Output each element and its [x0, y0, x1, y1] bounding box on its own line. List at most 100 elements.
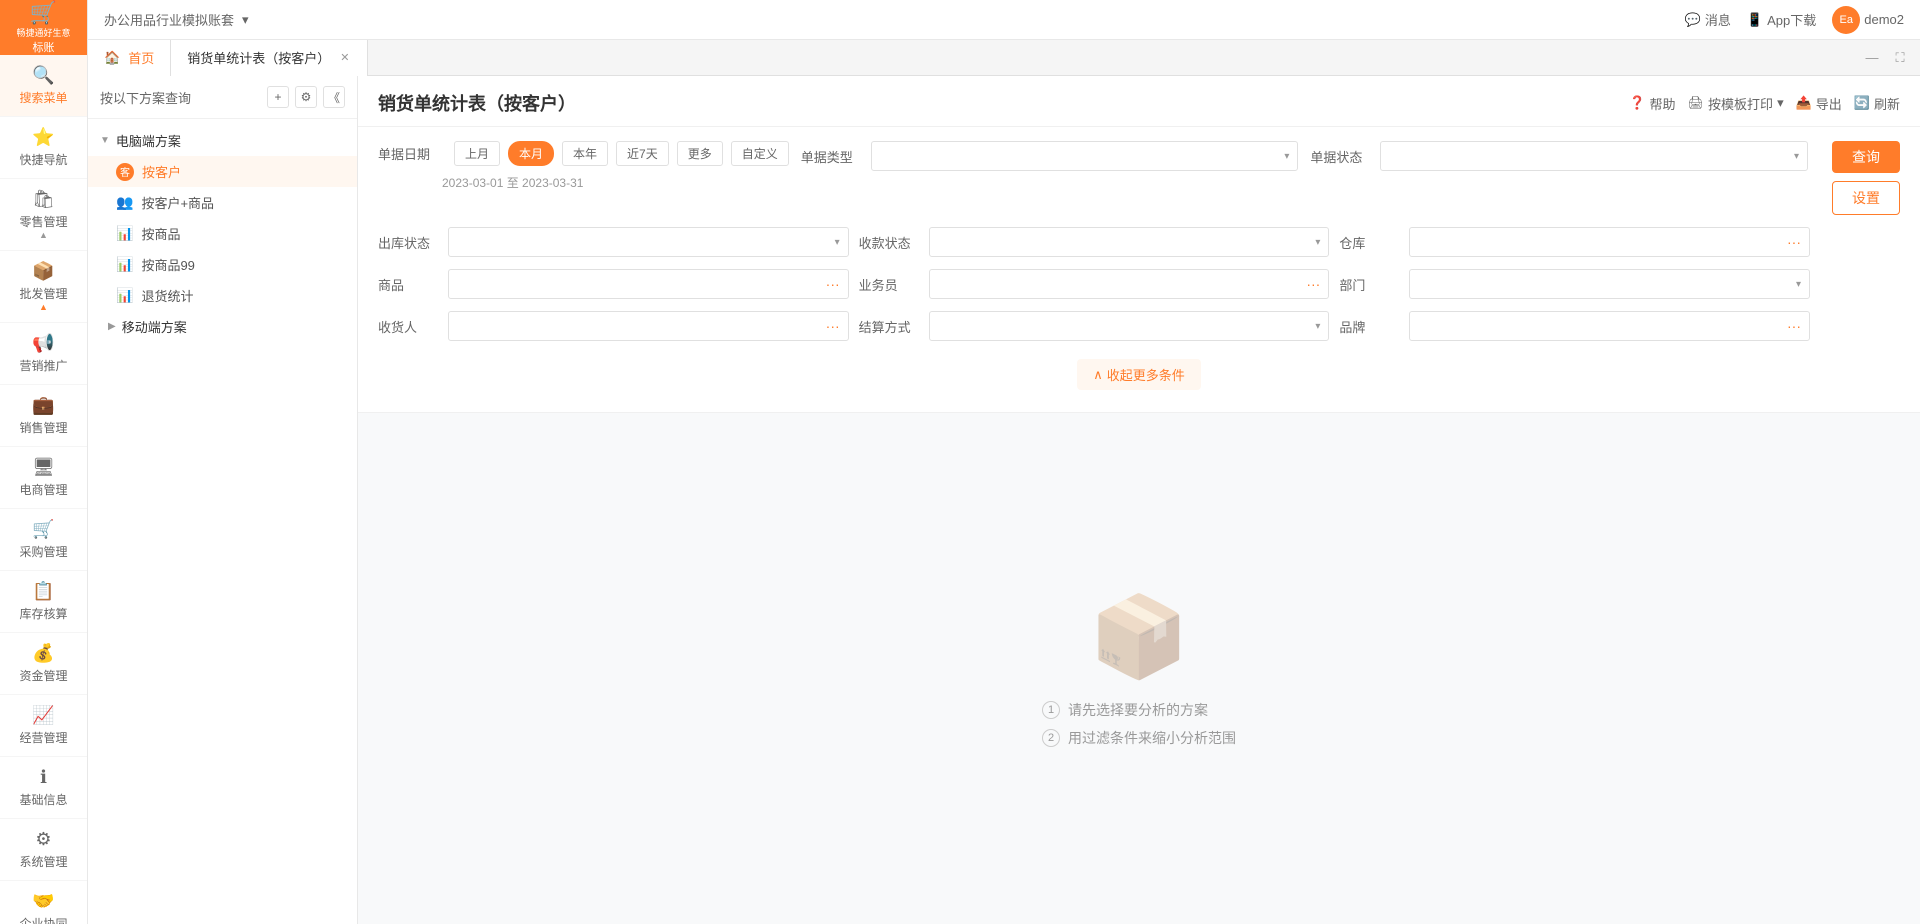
date-btn-this-month[interactable]: 本月 — [508, 141, 554, 166]
payment-status-select[interactable]: ▾ — [929, 227, 1330, 257]
date-btn-last-month[interactable]: 上月 — [454, 141, 500, 166]
date-filter-group: 上月 本月 本年 近7天 更多 自定义 — [454, 141, 789, 166]
scheme-return-stats[interactable]: 📊 退货统计 — [88, 280, 357, 311]
sidebar-item-basicinfo[interactable]: ℹ 基础信息 — [0, 757, 88, 819]
sidebar-item-purchase[interactable]: 🛒 采购管理 — [0, 509, 88, 571]
empty-hint-1: 1 请先选择要分析的方案 — [1042, 700, 1236, 720]
empty-illustration: 📦 — [1089, 590, 1189, 684]
settlement-label: 结算方式 — [859, 317, 919, 336]
app-logo[interactable]: 🛒 畅捷通好生意 标账 — [0, 0, 88, 55]
salesperson-input[interactable]: ··· — [929, 269, 1330, 299]
sidebar-item-sales[interactable]: 💼 销售管理 — [0, 385, 88, 447]
tab-home-label: 首页 — [128, 48, 154, 67]
query-btn[interactable]: 查询 — [1832, 141, 1900, 173]
desktop-group-arrow: ▼ — [100, 135, 110, 146]
company-dropdown-btn[interactable]: ▾ — [242, 12, 249, 28]
date-btn-more[interactable]: 更多 — [677, 141, 723, 166]
tab-maximize-btn[interactable]: ⛶ — [1888, 46, 1912, 70]
sidebar-item-search[interactable]: 🔍 搜索菜单 — [0, 55, 88, 117]
empty-hints: 1 请先选择要分析的方案 2 用过滤条件来缩小分析范围 — [1042, 700, 1236, 748]
warehouse-col: 仓库 ··· — [1339, 227, 1810, 257]
mobile-group-header[interactable]: ▶ 移动端方案 — [88, 311, 357, 342]
doc-status-select[interactable]: ▾ — [1380, 141, 1808, 171]
sidebar-item-wholesale[interactable]: 📦 批发管理 ▲ — [0, 251, 88, 323]
sidebar-item-retail[interactable]: 🛍 零售管理 ▲ — [0, 179, 88, 251]
sidebar-item-enterprise[interactable]: 🤝 企业协同 — [0, 881, 88, 924]
doc-status-label: 单据状态 — [1310, 147, 1370, 166]
username: demo2 — [1864, 12, 1904, 27]
collapse-filters-btn[interactable]: ∧ 收起更多条件 — [1077, 359, 1201, 390]
message-btn[interactable]: 💬 消息 — [1685, 10, 1731, 29]
message-icon: 💬 — [1685, 12, 1701, 28]
topbar: 办公用品行业模拟账套 ▾ 💬 消息 📱 App下载 Ea demo2 — [88, 0, 1920, 40]
shipment-status-label: 出库状态 — [378, 233, 438, 252]
query-btn-area: 查询 设置 — [1832, 141, 1900, 215]
app-download-btn[interactable]: 📱 App下载 — [1747, 10, 1816, 29]
product-input[interactable]: ··· — [448, 269, 849, 299]
salesperson-col: 业务员 ··· — [859, 269, 1330, 299]
tab-close-btn[interactable]: ✕ — [338, 49, 351, 66]
page-title: 销货单统计表（按客户） — [378, 90, 576, 116]
mobile-group-arrow: ▶ — [108, 321, 116, 332]
add-scheme-btn[interactable]: + — [267, 86, 289, 108]
marketing-icon: 📢 — [32, 333, 54, 354]
shipment-status-col: 出库状态 ▾ — [378, 227, 849, 257]
sidebar-item-marketing[interactable]: 📢 营销推广 — [0, 323, 88, 385]
scheme-customer-product[interactable]: 👥 按客户+商品 — [88, 187, 357, 218]
settlement-select[interactable]: ▾ — [929, 311, 1330, 341]
settings-scheme-btn[interactable]: ⚙ — [295, 86, 317, 108]
scheme-return-stats-label: 退货统计 — [141, 286, 193, 305]
department-select[interactable]: ▾ — [1409, 269, 1810, 299]
tab-minimize-btn[interactable]: — — [1860, 46, 1884, 70]
doc-type-select[interactable]: ▾ — [871, 141, 1299, 171]
date-btn-this-year[interactable]: 本年 — [562, 141, 608, 166]
help-icon: ❓ — [1629, 95, 1645, 111]
help-btn[interactable]: ❓ 帮助 — [1629, 94, 1675, 113]
hint-num-1: 1 — [1042, 701, 1060, 719]
date-btn-custom[interactable]: 自定义 — [731, 141, 789, 166]
scheme-product[interactable]: 📊 按商品 — [88, 218, 357, 249]
sidebar-item-shortcuts[interactable]: ⭐ 快捷导航 — [0, 117, 88, 179]
tab-home[interactable]: 🏠 首页 — [88, 40, 171, 76]
recipient-input[interactable]: ··· — [448, 311, 849, 341]
print-btn[interactable]: 🖨 按模板打印 ▾ — [1688, 94, 1784, 113]
shipment-status-select[interactable]: ▾ — [448, 227, 849, 257]
product-icon: 📊 — [116, 225, 133, 242]
refresh-btn[interactable]: 🔄 刷新 — [1854, 94, 1900, 113]
scheme-tree: ▼ 电脑端方案 客 按客户 👥 按客户+商品 📊 按商品 📊 — [88, 119, 357, 348]
desktop-group-header[interactable]: ▼ 电脑端方案 — [88, 125, 357, 156]
sidebar-item-operations[interactable]: 📈 经营管理 — [0, 695, 88, 757]
left-panel-header: 按以下方案查询 + ⚙ 《 — [88, 76, 357, 119]
scheme-product99[interactable]: 📊 按商品99 — [88, 249, 357, 280]
sidebar-item-finance[interactable]: 💰 资金管理 — [0, 633, 88, 695]
payment-status-col: 收款状态 ▾ — [859, 227, 1330, 257]
collapse-panel-btn[interactable]: 《 — [323, 86, 345, 108]
logo-icon: 🛒 — [30, 0, 57, 26]
tab-sales-stats[interactable]: 销货单统计表（按客户） ✕ — [171, 40, 368, 76]
user-menu[interactable]: Ea demo2 — [1832, 6, 1904, 34]
date-btn-7days[interactable]: 近7天 — [616, 141, 669, 166]
refresh-label: 刷新 — [1874, 94, 1900, 113]
sidebar-item-inventory[interactable]: 📋 库存核算 — [0, 571, 88, 633]
doc-type-label: 单据类型 — [801, 147, 861, 166]
purchase-icon: 🛒 — [32, 519, 54, 540]
tab-actions: — ⛶ — [1860, 46, 1920, 70]
sidebar-item-label: 基础信息 — [19, 791, 67, 808]
sidebar-item-ecommerce[interactable]: 🖥 电商管理 — [0, 447, 88, 509]
product99-icon: 📊 — [116, 256, 133, 273]
department-col: 部门 ▾ — [1339, 269, 1810, 299]
settings-btn[interactable]: 设置 — [1832, 181, 1900, 215]
warehouse-input[interactable]: ··· — [1409, 227, 1810, 257]
left-panel: 按以下方案查询 + ⚙ 《 ▼ 电脑端方案 客 按客户 👥 — [88, 76, 358, 924]
page-title-bar: 销货单统计表（按客户） ❓ 帮助 🖨 按模板打印 ▾ 📤 导出 — [358, 76, 1920, 127]
scheme-customer[interactable]: 客 按客户 — [88, 156, 357, 187]
brand-input[interactable]: ··· — [1409, 311, 1810, 341]
export-btn[interactable]: 📤 导出 — [1796, 94, 1842, 113]
sidebar-item-label: 资金管理 — [19, 667, 67, 684]
settlement-col: 结算方式 ▾ — [859, 311, 1330, 341]
page-actions: ❓ 帮助 🖨 按模板打印 ▾ 📤 导出 🔄 刷新 — [1629, 94, 1900, 113]
tabbar: 🏠 首页 销货单统计表（按客户） ✕ — ⛶ — [88, 40, 1920, 76]
sidebar-item-label: 库存核算 — [19, 605, 67, 622]
scheme-customer-label: 按客户 — [142, 162, 181, 181]
sidebar-item-system[interactable]: ⚙ 系统管理 — [0, 819, 88, 881]
